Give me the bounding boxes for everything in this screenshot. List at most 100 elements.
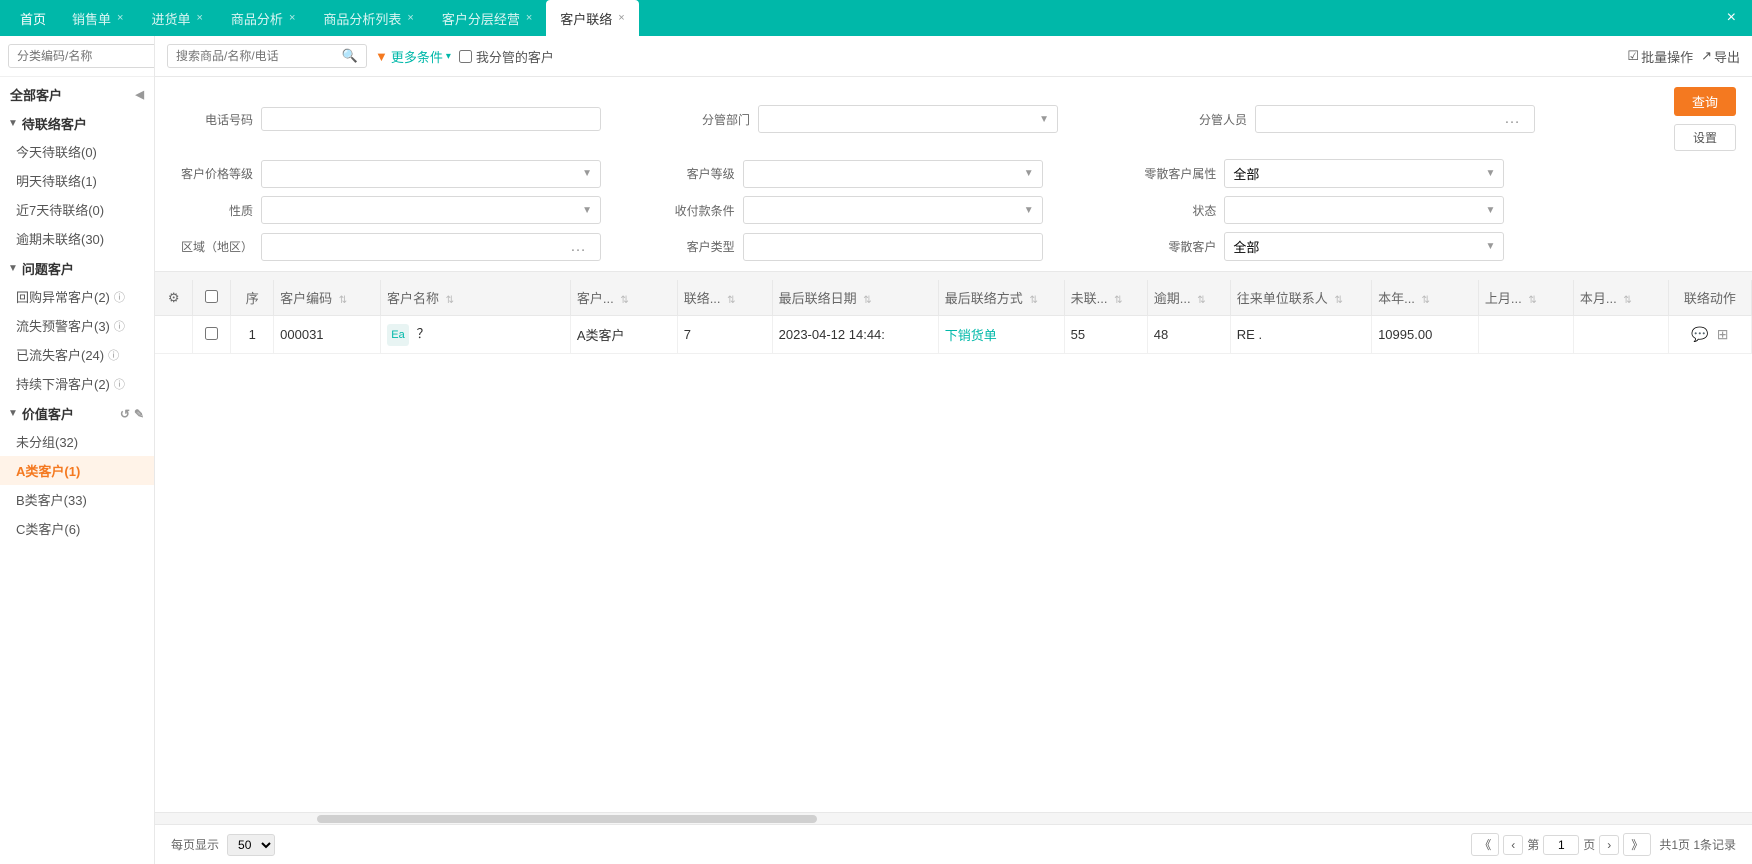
sidebar-item-warning[interactable]: 流失预警客户(3) ⓘ bbox=[0, 311, 154, 340]
sidebar-item-ungroup[interactable]: 未分组(32) bbox=[0, 427, 154, 456]
col-uncontact[interactable]: 未联... ⇅ bbox=[1064, 280, 1147, 316]
customer-type-select[interactable] bbox=[743, 233, 1043, 261]
sort-icon: ⇅ bbox=[1334, 295, 1342, 306]
col-settings[interactable]: ⚙ bbox=[155, 280, 193, 316]
row-select-checkbox[interactable] bbox=[205, 327, 218, 340]
main-search-input[interactable] bbox=[176, 49, 342, 63]
col-this-month[interactable]: 本月... ⇅ bbox=[1573, 280, 1668, 316]
col-code[interactable]: 客户编码 ⇅ bbox=[274, 280, 381, 316]
first-page-btn[interactable]: 《 bbox=[1471, 833, 1499, 856]
export-btn[interactable]: ↗ 导出 bbox=[1701, 47, 1740, 66]
sidebar-item-overdue[interactable]: 逾期未联络(30) bbox=[0, 224, 154, 253]
my-customers-check[interactable] bbox=[459, 50, 472, 63]
col-overdue[interactable]: 逾期... ⇅ bbox=[1147, 280, 1230, 316]
customer-table: ⚙ 序 客户编码 ⇅ 客户名称 ⇅ bbox=[155, 280, 1752, 354]
settings-button[interactable]: 设置 bbox=[1674, 124, 1736, 151]
chevron-down-icon: ▼ bbox=[1485, 168, 1495, 179]
region-select[interactable]: … bbox=[261, 233, 601, 261]
sidebar-all-customers[interactable]: 全部客户 ◀ bbox=[0, 77, 154, 108]
sidebar-item-c-class[interactable]: C类客户(6) bbox=[0, 514, 154, 543]
filter-cell-customer-level: 客户等级 ▼ bbox=[653, 160, 1135, 188]
col-last-method[interactable]: 最后联络方式 ⇅ bbox=[938, 280, 1064, 316]
filter-cell-nature: 性质 ▼ bbox=[171, 196, 653, 224]
payment-select[interactable]: ▼ bbox=[743, 196, 1043, 224]
col-contact[interactable]: 联络... ⇅ bbox=[677, 280, 772, 316]
phone-input[interactable] bbox=[261, 107, 601, 131]
tab-customer-contact[interactable]: 客户联络 × bbox=[546, 0, 638, 36]
main-search-icon[interactable]: 🔍 bbox=[342, 48, 358, 64]
filter-cell-region: 区域（地区） … bbox=[171, 233, 653, 261]
close-sales-tab[interactable]: × bbox=[117, 12, 123, 24]
sidebar-item-declining[interactable]: 持续下滑客户(2) ⓘ bbox=[0, 369, 154, 398]
close-product-analysis-tab[interactable]: × bbox=[289, 12, 295, 24]
batch-op-btn[interactable]: ☑ 批量操作 bbox=[1627, 47, 1693, 66]
more-conditions-btn[interactable]: ▼ 更多条件 ▾ bbox=[375, 47, 451, 66]
sidebar-item-tomorrow[interactable]: 明天待联络(1) bbox=[0, 166, 154, 195]
col-last-month[interactable]: 上月... ⇅ bbox=[1478, 280, 1573, 316]
sidebar-value-group[interactable]: ▼ 价值客户 ↺ ✎ bbox=[0, 398, 154, 427]
close-customer-segment-tab[interactable]: × bbox=[526, 12, 532, 24]
sidebar-item-a-class[interactable]: A类客户(1) bbox=[0, 456, 154, 485]
col-last-date[interactable]: 最后联络日期 ⇅ bbox=[772, 280, 938, 316]
ellipsis-icon[interactable]: … bbox=[1504, 110, 1520, 128]
scrollbar-thumb[interactable] bbox=[317, 815, 817, 823]
main-layout: 🔍 全部客户 ◀ ▼ 待联络客户 今天待联络(0) 明天待联络(1) 近7天待联… bbox=[0, 36, 1752, 864]
prev-page-btn[interactable]: ‹ bbox=[1503, 835, 1523, 855]
pagination-bar: 每页显示 50 《 ‹ 第 页 › 》 共1页 1条记录 bbox=[155, 824, 1752, 864]
ellipsis-icon-2[interactable]: … bbox=[570, 238, 586, 256]
query-button[interactable]: 查询 bbox=[1674, 87, 1736, 116]
tab-product-analysis-list[interactable]: 商品分析列表 × bbox=[309, 0, 427, 36]
message-icon[interactable]: 💬 bbox=[1691, 326, 1708, 343]
retail-customer-select[interactable]: 全部 ▼ bbox=[1224, 232, 1504, 261]
tab-sales[interactable]: 销售单 × bbox=[58, 0, 137, 36]
tab-purchase[interactable]: 进货单 × bbox=[137, 0, 216, 36]
close-purchase-tab[interactable]: × bbox=[196, 12, 202, 24]
sidebar-item-abnormal[interactable]: 回购异常客户(2) ⓘ bbox=[0, 282, 154, 311]
sidebar-item-today[interactable]: 今天待联络(0) bbox=[0, 137, 154, 166]
close-customer-contact-tab[interactable]: × bbox=[618, 12, 624, 24]
customer-level-label: 客户等级 bbox=[653, 165, 743, 182]
close-product-analysis-list-tab[interactable]: × bbox=[407, 12, 413, 24]
page-size-select[interactable]: 50 bbox=[227, 834, 275, 856]
price-level-select[interactable]: ▼ bbox=[261, 160, 601, 188]
nature-select[interactable]: ▼ bbox=[261, 196, 601, 224]
col-unit-contact[interactable]: 往来单位联系人 ⇅ bbox=[1230, 280, 1371, 316]
customer-type-label: 客户类型 bbox=[653, 238, 743, 255]
last-page-btn[interactable]: 》 bbox=[1623, 833, 1651, 856]
row-checkbox[interactable] bbox=[193, 316, 231, 354]
customer-level-select[interactable]: ▼ bbox=[743, 160, 1043, 188]
select-all-checkbox[interactable] bbox=[205, 290, 218, 303]
filter-cell-phone: 电话号码 bbox=[171, 107, 668, 131]
global-close-btn[interactable]: × bbox=[1719, 9, 1744, 27]
dept-select[interactable]: ▼ bbox=[758, 105, 1058, 133]
col-year[interactable]: 本年... ⇅ bbox=[1372, 280, 1479, 316]
col-type[interactable]: 客户... ⇅ bbox=[570, 280, 677, 316]
status-select[interactable]: ▼ bbox=[1224, 196, 1504, 224]
sidebar-search-input[interactable] bbox=[8, 44, 155, 68]
manager-label: 分管人员 bbox=[1165, 111, 1255, 128]
my-customers-checkbox[interactable]: 我分管的客户 bbox=[459, 47, 554, 66]
tab-product-analysis[interactable]: 商品分析 × bbox=[217, 0, 309, 36]
sidebar-pending-group[interactable]: ▼ 待联络客户 bbox=[0, 108, 154, 137]
manager-select[interactable]: … bbox=[1255, 105, 1535, 133]
refresh-icon[interactable]: ↺ bbox=[120, 407, 130, 421]
last-method-link[interactable]: 下销货单 bbox=[945, 328, 997, 343]
qr-icon[interactable]: ⊞ bbox=[1717, 326, 1729, 343]
sidebar-problem-group[interactable]: ▼ 问题客户 bbox=[0, 253, 154, 282]
current-page-input[interactable] bbox=[1543, 835, 1579, 855]
tab-home[interactable]: 首页 bbox=[8, 9, 58, 28]
sidebar-item-7days[interactable]: 近7天待联络(0) bbox=[0, 195, 154, 224]
tab-customer-segment[interactable]: 客户分层经营 × bbox=[428, 0, 546, 36]
check-square-icon: ☑ bbox=[1627, 48, 1639, 64]
retail-attr-select[interactable]: 全部 ▼ bbox=[1224, 159, 1504, 188]
next-page-btn[interactable]: › bbox=[1599, 835, 1619, 855]
col-name[interactable]: 客户名称 ⇅ bbox=[380, 280, 570, 316]
sidebar-item-lost[interactable]: 已流失客户(24) ⓘ bbox=[0, 340, 154, 369]
edit-icon[interactable]: ✎ bbox=[134, 407, 144, 421]
name-avatar: Ea bbox=[387, 324, 409, 346]
chevron-down-icon: ▼ bbox=[582, 205, 592, 216]
sidebar-item-b-class[interactable]: B类客户(33) bbox=[0, 485, 154, 514]
chevron-down-icon: ▼ bbox=[1024, 168, 1034, 179]
filter-cell-retail-attr: 零散客户属性 全部 ▼ bbox=[1134, 159, 1616, 188]
export-icon: ↗ bbox=[1701, 48, 1712, 64]
